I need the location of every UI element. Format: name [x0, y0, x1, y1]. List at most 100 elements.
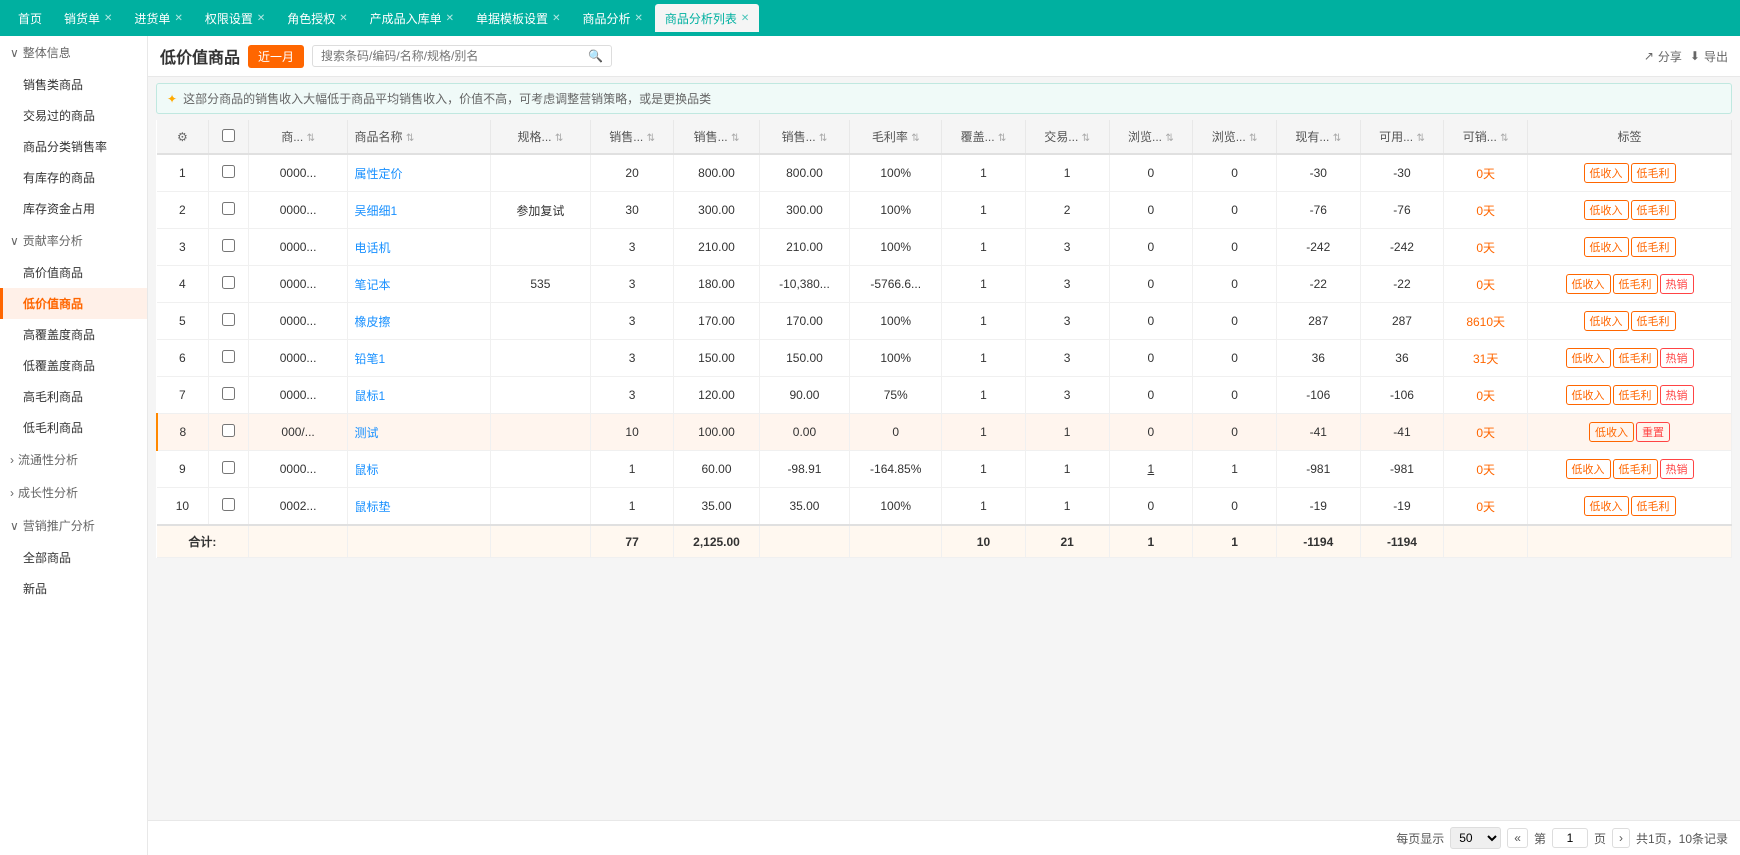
nav-permissions[interactable]: 权限设置 ✕ — [195, 4, 275, 32]
nav-product-analysis[interactable]: 商品分析 ✕ — [572, 4, 652, 32]
row-sale1: 120.00 — [674, 377, 759, 414]
row-margin: 0 — [850, 414, 942, 451]
row-view2: 0 — [1193, 414, 1277, 451]
close-icon[interactable]: ✕ — [257, 13, 265, 24]
sidebar-item-low-coverage[interactable]: 低覆盖度商品 — [0, 350, 147, 381]
row-trade: 3 — [1025, 303, 1109, 340]
sidebar-item-sales-products[interactable]: 销售类商品 — [0, 69, 147, 100]
tag-badge: 低毛利 — [1631, 496, 1676, 516]
row-view2: 0 — [1193, 303, 1277, 340]
sidebar-item-new-products[interactable]: 新品 — [0, 573, 147, 604]
sidebar-item-high-margin[interactable]: 高毛利商品 — [0, 381, 147, 412]
row-checkbox — [208, 266, 248, 303]
page-size-select[interactable]: 50 100 200 — [1450, 827, 1501, 849]
data-table-container[interactable]: ⚙ 商... ⇅ 商品名称 ⇅ 规格... ⇅ 销售... ⇅ 销售... ⇅ … — [156, 120, 1732, 820]
sidebar-group-marketing[interactable]: ∨ 营销推广分析 — [0, 509, 147, 542]
tag-badge: 低毛利 — [1613, 274, 1658, 294]
row-view2: 1 — [1193, 451, 1277, 488]
row-name[interactable]: 电话机 — [348, 229, 491, 266]
th-days: 可销... ⇅ — [1444, 120, 1528, 154]
sidebar-item-all-products[interactable]: 全部商品 — [0, 542, 147, 573]
nav-purchase[interactable]: 进货单 ✕ — [124, 4, 192, 32]
row-name[interactable]: 铅笔1 — [348, 340, 491, 377]
row-check[interactable] — [222, 239, 235, 252]
row-name[interactable]: 属性定价 — [348, 154, 491, 192]
row-check[interactable] — [222, 387, 235, 400]
sidebar-item-high-value[interactable]: 高价值商品 — [0, 257, 147, 288]
sidebar-group-circulation[interactable]: › 流通性分析 — [0, 443, 147, 476]
row-name[interactable]: 吴细细1 — [348, 192, 491, 229]
sidebar-group-contribution[interactable]: ∨ 贡献率分析 — [0, 224, 147, 257]
next-page-button[interactable]: › — [1612, 828, 1630, 848]
view-link[interactable]: 1 — [1148, 462, 1155, 476]
th-view1: 浏览... ⇅ — [1109, 120, 1193, 154]
top-navigation: 首页 销货单 ✕ 进货单 ✕ 权限设置 ✕ 角色授权 ✕ 产成品入库单 ✕ 单据… — [0, 0, 1740, 36]
share-button[interactable]: ↗ 分享 — [1644, 48, 1682, 65]
sidebar-item-high-coverage[interactable]: 高覆盖度商品 — [0, 319, 147, 350]
row-name[interactable]: 橡皮擦 — [348, 303, 491, 340]
row-cover: 1 — [942, 488, 1026, 526]
row-trade: 3 — [1025, 266, 1109, 303]
row-trade: 3 — [1025, 229, 1109, 266]
row-name[interactable]: 鼠标垫 — [348, 488, 491, 526]
close-icon[interactable]: ✕ — [552, 13, 560, 24]
row-check[interactable] — [222, 350, 235, 363]
sidebar-group-growth[interactable]: › 成长性分析 — [0, 476, 147, 509]
filter-button[interactable]: 近一月 — [248, 45, 304, 68]
close-icon[interactable]: ✕ — [339, 13, 347, 24]
row-check[interactable] — [222, 461, 235, 474]
sidebar-item-low-margin[interactable]: 低毛利商品 — [0, 412, 147, 443]
row-checkbox — [208, 229, 248, 266]
row-check[interactable] — [222, 165, 235, 178]
nav-product-analysis-list[interactable]: 商品分析列表 ✕ — [655, 4, 759, 32]
export-button[interactable]: ⬇ 导出 — [1690, 48, 1728, 65]
search-icon[interactable]: 🔍 — [588, 49, 603, 63]
row-name[interactable]: 笔记本 — [348, 266, 491, 303]
row-check[interactable] — [222, 202, 235, 215]
sidebar-item-traded-products[interactable]: 交易过的商品 — [0, 100, 147, 131]
close-icon[interactable]: ✕ — [634, 13, 642, 24]
settings-icon[interactable]: ⚙ — [177, 130, 188, 144]
nav-sales[interactable]: 销货单 ✕ — [54, 4, 122, 32]
sidebar-item-low-value[interactable]: 低价值商品 — [0, 288, 147, 319]
nav-roles[interactable]: 角色授权 ✕ — [277, 4, 357, 32]
notice-bar: ✦ 这部分商品的销售收入大幅低于商品平均销售收入，价值不高，可考虑调整营销策略，… — [156, 83, 1732, 114]
sidebar-item-stock-capital[interactable]: 库存资金占用 — [0, 193, 147, 224]
row-code: 0000... — [248, 154, 348, 192]
row-name[interactable]: 测试 — [348, 414, 491, 451]
nav-home[interactable]: 首页 — [8, 4, 52, 32]
row-name[interactable]: 鼠标 — [348, 451, 491, 488]
nav-products-in[interactable]: 产成品入库单 ✕ — [360, 4, 464, 32]
page-number-input[interactable] — [1552, 828, 1588, 848]
bottom-bar: 每页显示 50 100 200 « 第 页 › 共1页，10条记录 — [148, 820, 1740, 855]
row-check[interactable] — [222, 276, 235, 289]
row-view1: 0 — [1109, 229, 1193, 266]
row-check[interactable] — [222, 313, 235, 326]
row-sale2: 35.00 — [759, 488, 850, 526]
row-check[interactable] — [222, 424, 235, 437]
close-icon[interactable]: ✕ — [104, 13, 112, 24]
close-icon[interactable]: ✕ — [174, 13, 182, 24]
close-icon[interactable]: ✕ — [446, 13, 454, 24]
sidebar-item-stock-products[interactable]: 有库存的商品 — [0, 162, 147, 193]
search-input[interactable] — [321, 49, 584, 63]
row-check[interactable] — [222, 498, 235, 511]
row-checkbox — [208, 192, 248, 229]
row-code: 0000... — [248, 266, 348, 303]
row-checkbox — [208, 414, 248, 451]
sidebar-item-category-sales-rate[interactable]: 商品分类销售率 — [0, 131, 147, 162]
select-all-checkbox[interactable] — [222, 129, 235, 142]
sidebar-group-overall[interactable]: ∨ 整体信息 — [0, 36, 147, 69]
row-name[interactable]: 鼠标1 — [348, 377, 491, 414]
first-page-button[interactable]: « — [1507, 828, 1528, 848]
th-trade: 交易... ⇅ — [1025, 120, 1109, 154]
row-trade: 1 — [1025, 488, 1109, 526]
row-sale2: 150.00 — [759, 340, 850, 377]
row-days: 0天 — [1444, 229, 1528, 266]
row-view1: 0 — [1109, 414, 1193, 451]
row-tags: 低收入低毛利 — [1528, 303, 1732, 340]
nav-template[interactable]: 单据模板设置 ✕ — [466, 4, 570, 32]
close-icon[interactable]: ✕ — [741, 13, 749, 24]
table-row: 4 0000... 笔记本 535 3 180.00 -10,380... -5… — [157, 266, 1732, 303]
row-cover: 1 — [942, 377, 1026, 414]
